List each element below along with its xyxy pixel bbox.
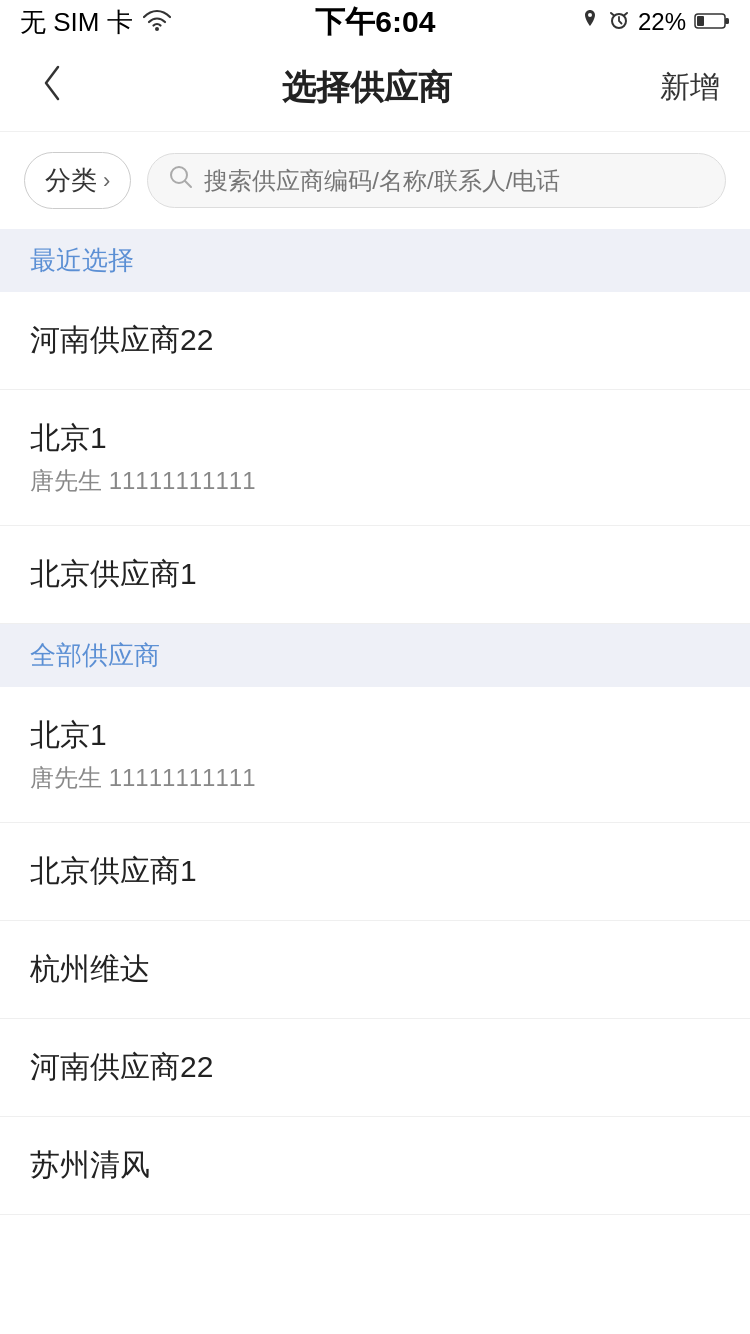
battery-text: 22% (638, 8, 686, 36)
nav-bar: 选择供应商 新增 (0, 44, 750, 132)
wifi-icon (143, 7, 171, 38)
list-item[interactable]: 北京供应商1 (0, 823, 750, 921)
all-section-header: 全部供应商 (0, 624, 750, 687)
all-section-label: 全部供应商 (30, 640, 160, 670)
item-sub: 唐先生 11111111111 (30, 762, 720, 794)
item-name: 北京1 (30, 418, 720, 459)
item-name: 杭州维达 (30, 949, 720, 990)
svg-rect-3 (725, 18, 729, 24)
status-left: 无 SIM 卡 (20, 5, 171, 40)
search-input[interactable] (204, 167, 705, 195)
search-box (147, 153, 726, 208)
item-name: 苏州清风 (30, 1145, 720, 1186)
status-bar: 无 SIM 卡 下午6:04 22% (0, 0, 750, 44)
list-item[interactable]: 河南供应商22 (0, 1019, 750, 1117)
item-name: 河南供应商22 (30, 320, 720, 361)
recent-section-label: 最近选择 (30, 245, 134, 275)
all-items-list: 北京1 唐先生 11111111111 北京供应商1 杭州维达河南供应商22 苏州清风 (0, 687, 750, 1215)
add-button[interactable]: 新增 (660, 67, 720, 108)
filter-bar: 分类 › (0, 132, 750, 229)
item-name: 河南供应商22 (30, 1047, 720, 1088)
item-name: 北京供应商1 (30, 851, 720, 892)
list-item[interactable]: 苏州清风 (0, 1117, 750, 1215)
item-sub: 唐先生 11111111111 (30, 465, 720, 497)
list-item[interactable]: 北京1 唐先生 11111111111 (0, 390, 750, 526)
battery-icon (694, 8, 730, 36)
list-item[interactable]: 杭州维达 (0, 921, 750, 1019)
category-label: 分类 (45, 163, 97, 198)
recent-section-header: 最近选择 (0, 229, 750, 292)
list-item[interactable]: 河南供应商22 (0, 292, 750, 390)
page-title: 选择供应商 (282, 65, 452, 111)
alarm-icon (608, 8, 630, 36)
recent-items-list: 河南供应商22 北京1 唐先生 11111111111 北京供应商1 (0, 292, 750, 624)
item-name: 北京1 (30, 715, 720, 756)
list-item[interactable]: 北京1 唐先生 11111111111 (0, 687, 750, 823)
location-icon (580, 8, 600, 36)
back-button[interactable] (30, 53, 74, 122)
chevron-right-icon: › (103, 168, 110, 194)
svg-rect-2 (697, 16, 704, 26)
item-name: 北京供应商1 (30, 554, 720, 595)
status-time: 下午6:04 (315, 2, 435, 43)
status-right: 22% (580, 8, 730, 36)
search-icon (168, 164, 194, 197)
category-button[interactable]: 分类 › (24, 152, 131, 209)
list-item[interactable]: 北京供应商1 (0, 526, 750, 624)
no-sim-text: 无 SIM 卡 (20, 5, 133, 40)
